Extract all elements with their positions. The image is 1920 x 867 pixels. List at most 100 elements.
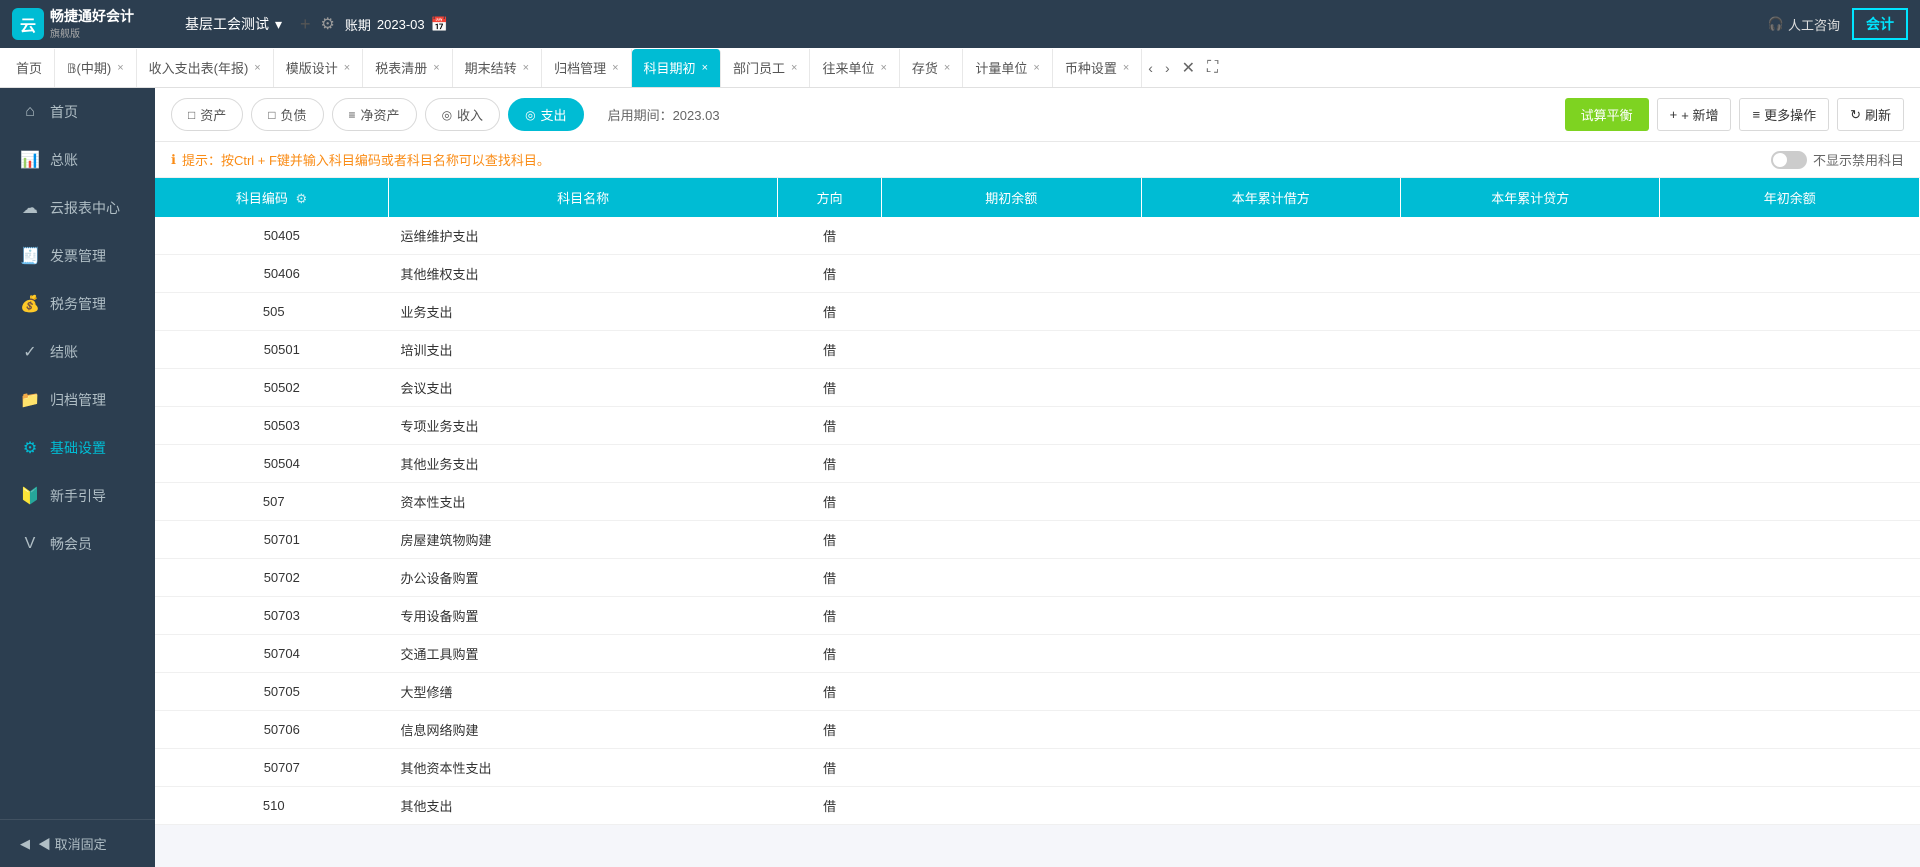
cell-name: 信息网络购建 (389, 711, 778, 749)
tab-unit[interactable]: 计量单位 × (963, 49, 1052, 87)
cell-direction: 借 (778, 521, 882, 559)
tab-inventory[interactable]: 存货 × (900, 49, 963, 87)
table-row[interactable]: 510其他支出借 (155, 787, 1920, 825)
table-row[interactable]: 50705大型修缮借 (155, 673, 1920, 711)
close-icon[interactable]: × (880, 62, 886, 74)
sidebar-item-report[interactable]: ☁ 云报表中心 (0, 184, 155, 232)
tab-period-end[interactable]: 期末结转 × (453, 49, 542, 87)
table-row[interactable]: 50502会议支出借 (155, 369, 1920, 407)
sidebar-item-guide[interactable]: 🔰 新手引导 (0, 472, 155, 520)
cell-ytd-debit (1141, 787, 1400, 825)
sub-tab-expense[interactable]: ◎ 支出 (508, 98, 584, 131)
chevron-down-icon: ▾ (275, 16, 282, 33)
tab-subject-initial[interactable]: 科目期初 × (632, 49, 721, 87)
tab-department[interactable]: 部门员工 × (721, 49, 810, 87)
cell-name: 专项业务支出 (389, 407, 778, 445)
tab-home[interactable]: 首页 (4, 49, 55, 87)
cell-name: 交通工具购置 (389, 635, 778, 673)
cell-ytd-credit (1401, 635, 1660, 673)
close-icon[interactable]: × (344, 62, 350, 74)
sidebar-item-vip[interactable]: V 畅会员 (0, 520, 155, 568)
tab-counterpart[interactable]: 往来单位 × (810, 49, 899, 87)
add-button[interactable]: + + 新增 (1657, 98, 1732, 131)
table-row[interactable]: 50706信息网络购建借 (155, 711, 1920, 749)
table-row[interactable]: 50701房屋建筑物购建借 (155, 521, 1920, 559)
sidebar-item-settings[interactable]: ⚙ 基础设置 (0, 424, 155, 472)
table-row[interactable]: 50703专用设备购置借 (155, 597, 1920, 635)
sidebar-item-ledger[interactable]: 📊 总账 (0, 136, 155, 184)
more-button[interactable]: ≡ 更多操作 (1739, 98, 1829, 131)
tab-expand-button[interactable]: ⛶ (1201, 59, 1224, 77)
table-row[interactable]: 50504其他业务支出借 (155, 445, 1920, 483)
company-selector[interactable]: 基层工会测试 ▾ (177, 10, 290, 38)
close-icon[interactable]: × (944, 62, 950, 74)
cell-initial-balance (882, 445, 1141, 483)
close-icon[interactable]: × (1033, 62, 1039, 74)
table-row[interactable]: 50406其他维权支出借 (155, 255, 1920, 293)
tab-next-button[interactable]: › (1159, 60, 1176, 76)
sub-tab-income[interactable]: ◎ 收入 (425, 98, 501, 131)
table-row[interactable]: 50405运维维护支出借 (155, 217, 1920, 255)
close-icon[interactable]: × (523, 62, 529, 74)
sidebar-item-label: 新手引导 (50, 486, 106, 506)
col-ytd-debit: 本年累计借方 (1141, 178, 1400, 217)
close-icon[interactable]: × (117, 62, 123, 74)
table-row[interactable]: 50707其他资本性支出借 (155, 749, 1920, 787)
sidebar-item-home[interactable]: ⌂ 首页 (0, 88, 155, 136)
close-icon[interactable]: × (433, 62, 439, 74)
table-row[interactable]: 507资本性支出借 (155, 483, 1920, 521)
sidebar-item-invoice[interactable]: 🧾 发票管理 (0, 232, 155, 280)
tab-currency[interactable]: 币种设置 × (1053, 49, 1142, 87)
cell-ytd-credit (1401, 217, 1660, 255)
tab-prev-button[interactable]: ‹ (1142, 60, 1159, 76)
close-icon[interactable]: × (254, 62, 260, 74)
table-row[interactable]: 50501培训支出借 (155, 331, 1920, 369)
subject-table: 科目编码 ⚙ 科目名称 方向 期初余额 本年累计借方 本年累计贷方 年初余额 5… (155, 178, 1920, 825)
calendar-icon[interactable]: 📅 (431, 16, 448, 33)
sidebar-item-archive[interactable]: 📁 归档管理 (0, 376, 155, 424)
table-row[interactable]: 50702办公设备购置借 (155, 559, 1920, 597)
cell-initial-balance (882, 217, 1141, 255)
add-tab-button[interactable]: + (300, 14, 311, 35)
table-row[interactable]: 50503专项业务支出借 (155, 407, 1920, 445)
cell-name: 业务支出 (389, 293, 778, 331)
tab-template[interactable]: 模版设计 × (274, 49, 363, 87)
tab-tax[interactable]: 税表清册 × (363, 49, 452, 87)
tab-bar: 首页 𝔹(中期) × 收入支出表(年报) × 模版设计 × 税表清册 × 期末结… (0, 48, 1920, 88)
table-row[interactable]: 50704交通工具购置借 (155, 635, 1920, 673)
table-row[interactable]: 505业务支出借 (155, 293, 1920, 331)
sidebar-item-checkout[interactable]: ✓ 结账 (0, 328, 155, 376)
disable-toggle[interactable]: 不显示禁用科目 (1771, 150, 1904, 169)
tab-middle-period[interactable]: 𝔹(中期) × (55, 49, 137, 87)
tab-label: 𝔹(中期) (67, 58, 111, 77)
account-button[interactable]: 会计 (1852, 8, 1908, 40)
sidebar-collapse-button[interactable]: ◀ ◀ 取消固定 (0, 819, 155, 867)
tab-archive[interactable]: 归档管理 × (542, 49, 631, 87)
sub-tab-asset[interactable]: □ 资产 (171, 98, 243, 131)
support-button[interactable]: 🎧 人工咨询 (1768, 15, 1840, 34)
balance-button[interactable]: 试算平衡 (1565, 98, 1649, 131)
close-icon[interactable]: × (702, 62, 708, 74)
settings-icon[interactable]: ⚙ (321, 14, 335, 34)
cell-year-initial (1660, 331, 1920, 369)
close-icon[interactable]: × (1123, 62, 1129, 74)
column-settings-icon[interactable]: ⚙ (296, 191, 308, 206)
cell-ytd-credit (1401, 445, 1660, 483)
refresh-button[interactable]: ↻ 刷新 (1837, 98, 1904, 131)
cell-ytd-credit (1401, 293, 1660, 331)
tab-income-expense[interactable]: 收入支出表(年报) × (137, 49, 274, 87)
sub-tab-net-asset[interactable]: ≡ 净资产 (332, 98, 417, 131)
close-icon[interactable]: × (791, 62, 797, 74)
close-icon[interactable]: × (612, 62, 618, 74)
cell-initial-balance (882, 407, 1141, 445)
sub-tab-liability[interactable]: □ 负债 (251, 98, 323, 131)
cell-initial-balance (882, 673, 1141, 711)
sidebar-item-label: 总账 (50, 150, 78, 170)
cell-year-initial (1660, 787, 1920, 825)
asset-icon: □ (188, 108, 195, 122)
toggle-switch[interactable] (1771, 151, 1807, 169)
tab-close-all-button[interactable]: ✕ (1176, 58, 1201, 78)
cell-year-initial (1660, 635, 1920, 673)
sidebar-item-tax[interactable]: 💰 税务管理 (0, 280, 155, 328)
tab-label: 科目期初 (644, 58, 696, 77)
